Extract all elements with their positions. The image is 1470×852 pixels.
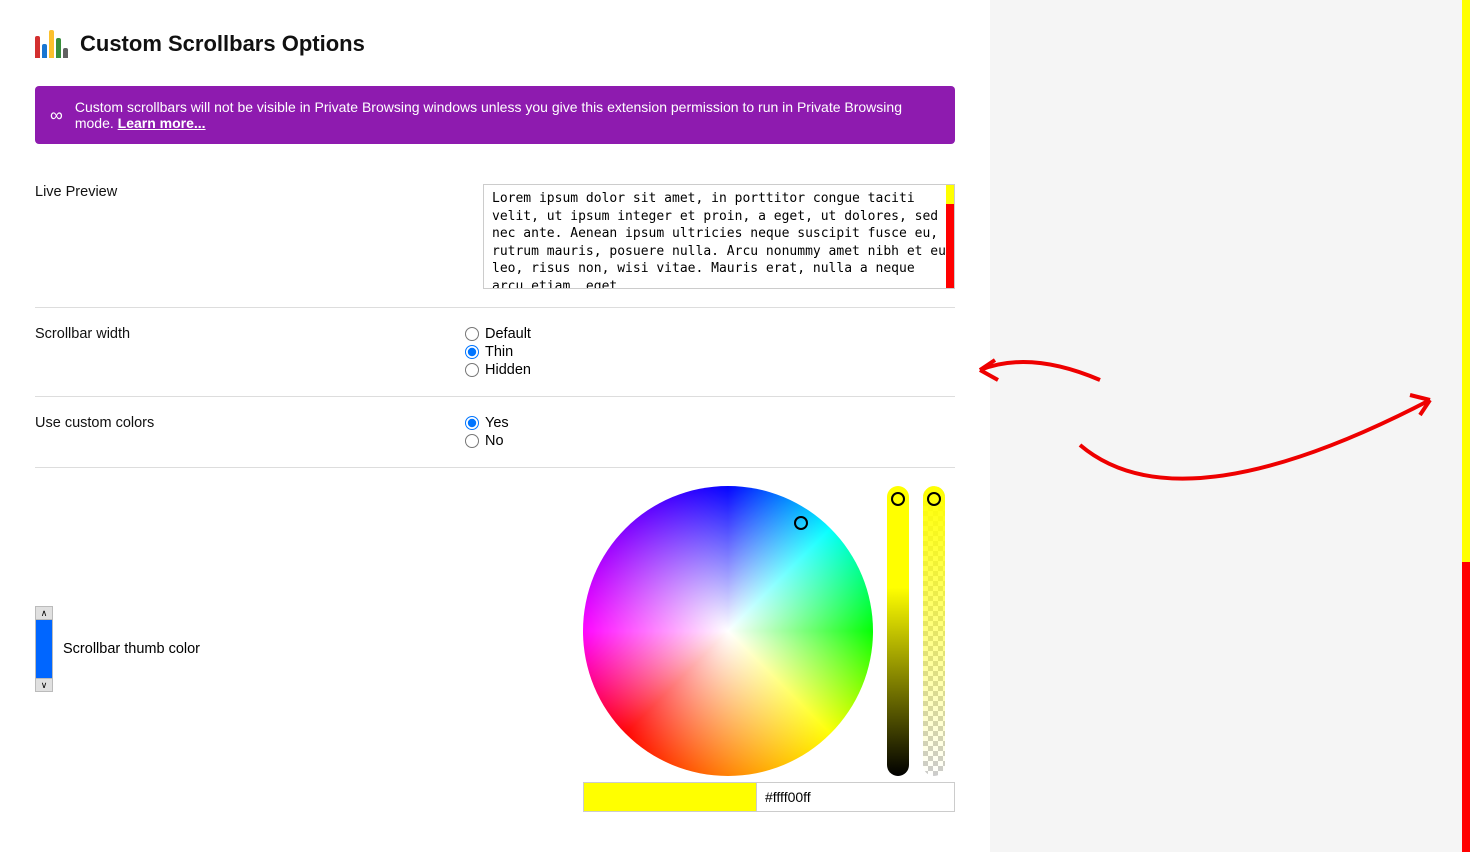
radio-width-thin[interactable]: Thin — [465, 344, 955, 360]
live-preview-label: Live Preview — [35, 184, 465, 200]
color-stepper: ∧ ∨ — [35, 606, 53, 692]
live-preview-box[interactable]: Lorem ipsum dolor sit amet, in porttitor… — [483, 184, 955, 289]
row-custom-colors: Use custom colors Yes No — [35, 397, 955, 468]
app-logo-icon — [35, 30, 68, 58]
color-wheel[interactable] — [583, 486, 873, 776]
annotation-arrows-icon — [970, 350, 1440, 520]
hex-input[interactable] — [757, 782, 955, 812]
thumb-color-label: Scrollbar thumb color — [63, 641, 200, 657]
radio-label: Yes — [485, 415, 509, 431]
header: Custom Scrollbars Options — [35, 30, 955, 58]
page-scrollbar[interactable] — [1462, 0, 1470, 852]
row-live-preview: Live Preview Lorem ipsum dolor sit amet,… — [35, 166, 955, 308]
slider-cursor-icon[interactable] — [891, 492, 905, 506]
row-scrollbar-width: Scrollbar width Default Thin Hidden — [35, 308, 955, 397]
lightness-slider[interactable] — [887, 486, 909, 776]
radio-label: Default — [485, 326, 531, 342]
slider-cursor-icon[interactable] — [927, 492, 941, 506]
radio-width-default[interactable]: Default — [465, 326, 955, 342]
radio-label: Hidden — [485, 362, 531, 378]
alpha-slider[interactable] — [923, 486, 945, 776]
page-title: Custom Scrollbars Options — [80, 31, 365, 57]
preview-text: Lorem ipsum dolor sit amet, in porttitor… — [492, 191, 946, 289]
radio-label: Thin — [485, 344, 513, 360]
selected-color-swatch — [583, 782, 757, 812]
wheel-cursor-icon[interactable] — [794, 516, 808, 530]
radio-width-hidden[interactable]: Hidden — [465, 362, 955, 378]
banner-text: Custom scrollbars will not be visible in… — [75, 99, 940, 131]
current-color-swatch — [35, 620, 53, 678]
radio-colors-no[interactable]: No — [465, 433, 955, 449]
custom-colors-label: Use custom colors — [35, 415, 465, 431]
scrollbar-width-label: Scrollbar width — [35, 326, 465, 342]
width-radio-group: Default Thin Hidden — [465, 326, 955, 378]
custom-colors-radio-group: Yes No — [465, 415, 955, 449]
options-panel: Custom Scrollbars Options ∞ Custom scrol… — [0, 0, 990, 852]
learn-more-link[interactable]: Learn more... — [118, 115, 206, 131]
color-picker — [583, 486, 955, 812]
infinity-icon: ∞ — [50, 105, 63, 126]
stepper-down-button[interactable]: ∨ — [35, 678, 53, 692]
private-browsing-banner: ∞ Custom scrollbars will not be visible … — [35, 86, 955, 144]
row-thumb-color: ∧ ∨ Scrollbar thumb color — [35, 468, 955, 830]
radio-label: No — [485, 433, 504, 449]
preview-scrollbar[interactable] — [946, 185, 954, 288]
stepper-up-button[interactable]: ∧ — [35, 606, 53, 620]
thumb-left: ∧ ∨ Scrollbar thumb color — [35, 606, 200, 692]
radio-colors-yes[interactable]: Yes — [465, 415, 955, 431]
